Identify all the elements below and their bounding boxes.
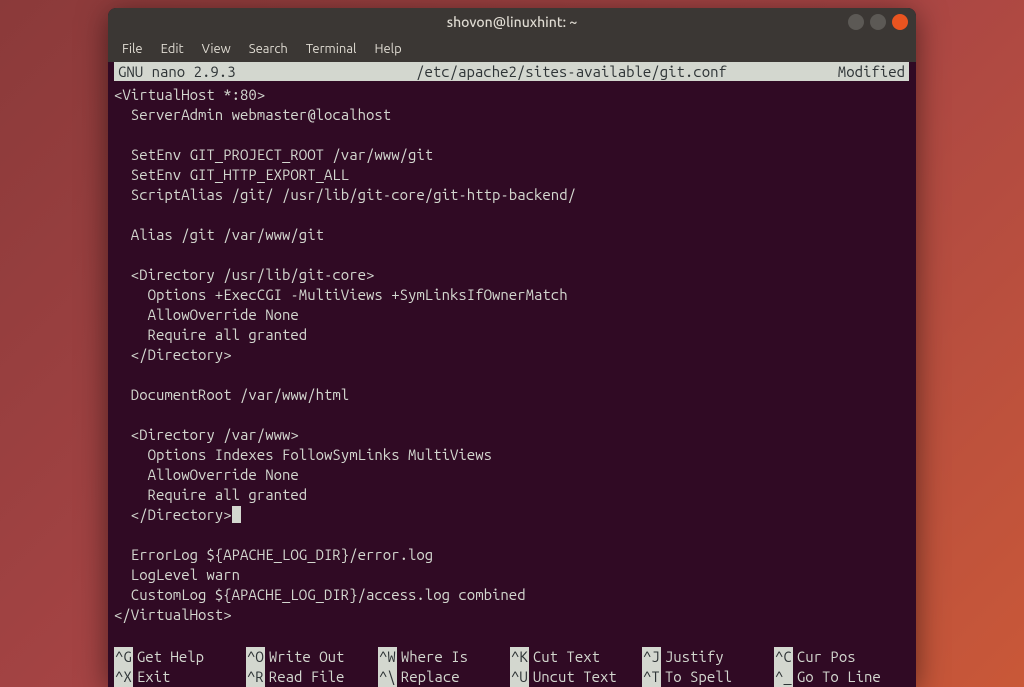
shortcut-label: Replace [401, 667, 460, 687]
close-button[interactable] [892, 14, 908, 30]
shortcut-key: ^C [774, 647, 793, 667]
menu-help[interactable]: Help [366, 39, 409, 59]
minimize-button[interactable] [848, 14, 864, 30]
shortcut: ^_Go To Line [774, 667, 906, 687]
shortcut-key: ^T [642, 667, 661, 687]
shortcut-label: Uncut Text [533, 667, 617, 687]
shortcut: ^XExit [114, 667, 246, 687]
shortcut-key: ^O [246, 647, 265, 667]
window-title: shovon@linuxhint: ~ [447, 14, 578, 30]
terminal-content[interactable]: GNU nano 2.9.3 /etc/apache2/sites-availa… [108, 62, 916, 687]
menu-search[interactable]: Search [241, 39, 296, 59]
window-controls [848, 14, 908, 30]
nano-version: GNU nano 2.9.3 [118, 63, 338, 80]
shortcut-key: ^K [510, 647, 529, 667]
shortcut: ^\Replace [378, 667, 510, 687]
shortcut-key: ^X [114, 667, 133, 687]
shortcut-label: Read File [269, 667, 345, 687]
shortcut-key: ^\ [378, 667, 397, 687]
shortcut: ^TTo Spell [642, 667, 774, 687]
shortcut-label: Justify [665, 647, 724, 667]
shortcut-label: Where Is [401, 647, 468, 667]
menu-view[interactable]: View [194, 39, 239, 59]
titlebar[interactable]: shovon@linuxhint: ~ [108, 8, 916, 36]
menu-terminal[interactable]: Terminal [298, 39, 365, 59]
shortcut-label: Cut Text [533, 647, 600, 667]
nano-header: GNU nano 2.9.3 /etc/apache2/sites-availa… [114, 62, 909, 81]
shortcut-label: Cur Pos [797, 647, 856, 667]
shortcut-key: ^J [642, 647, 661, 667]
shortcut: ^JJustify [642, 647, 774, 667]
nano-status: Modified [805, 63, 905, 80]
terminal-window: shovon@linuxhint: ~ File Edit View Searc… [108, 8, 916, 687]
shortcut: ^OWrite Out [246, 647, 378, 667]
shortcut-label: Get Help [137, 647, 204, 667]
shortcut: ^KCut Text [510, 647, 642, 667]
shortcut: ^WWhere Is [378, 647, 510, 667]
menubar: File Edit View Search Terminal Help [108, 36, 916, 62]
shortcut-key: ^_ [774, 667, 793, 687]
shortcut-key: ^G [114, 647, 133, 667]
shortcut-key: ^U [510, 667, 529, 687]
shortcut-key: ^R [246, 667, 265, 687]
shortcut: ^RRead File [246, 667, 378, 687]
shortcut: ^UUncut Text [510, 667, 642, 687]
shortcut-key: ^W [378, 647, 397, 667]
shortcut: ^GGet Help [114, 647, 246, 667]
cursor [232, 506, 241, 523]
menu-file[interactable]: File [114, 39, 151, 59]
nano-file-path: /etc/apache2/sites-available/git.conf [338, 63, 805, 80]
editor-body[interactable]: <VirtualHost *:80> ServerAdmin webmaster… [108, 81, 916, 647]
nano-footer: ^GGet Help^OWrite Out^WWhere Is^KCut Tex… [108, 647, 916, 687]
shortcut: ^CCur Pos [774, 647, 906, 667]
shortcut-row: ^XExit^RRead File^\Replace^UUncut Text^T… [114, 667, 910, 687]
menu-edit[interactable]: Edit [153, 39, 192, 59]
shortcut-label: Write Out [269, 647, 345, 667]
shortcut-label: Go To Line [797, 667, 881, 687]
shortcut-label: To Spell [665, 667, 732, 687]
maximize-button[interactable] [870, 14, 886, 30]
shortcut-row: ^GGet Help^OWrite Out^WWhere Is^KCut Tex… [114, 647, 910, 667]
shortcut-label: Exit [137, 667, 171, 687]
